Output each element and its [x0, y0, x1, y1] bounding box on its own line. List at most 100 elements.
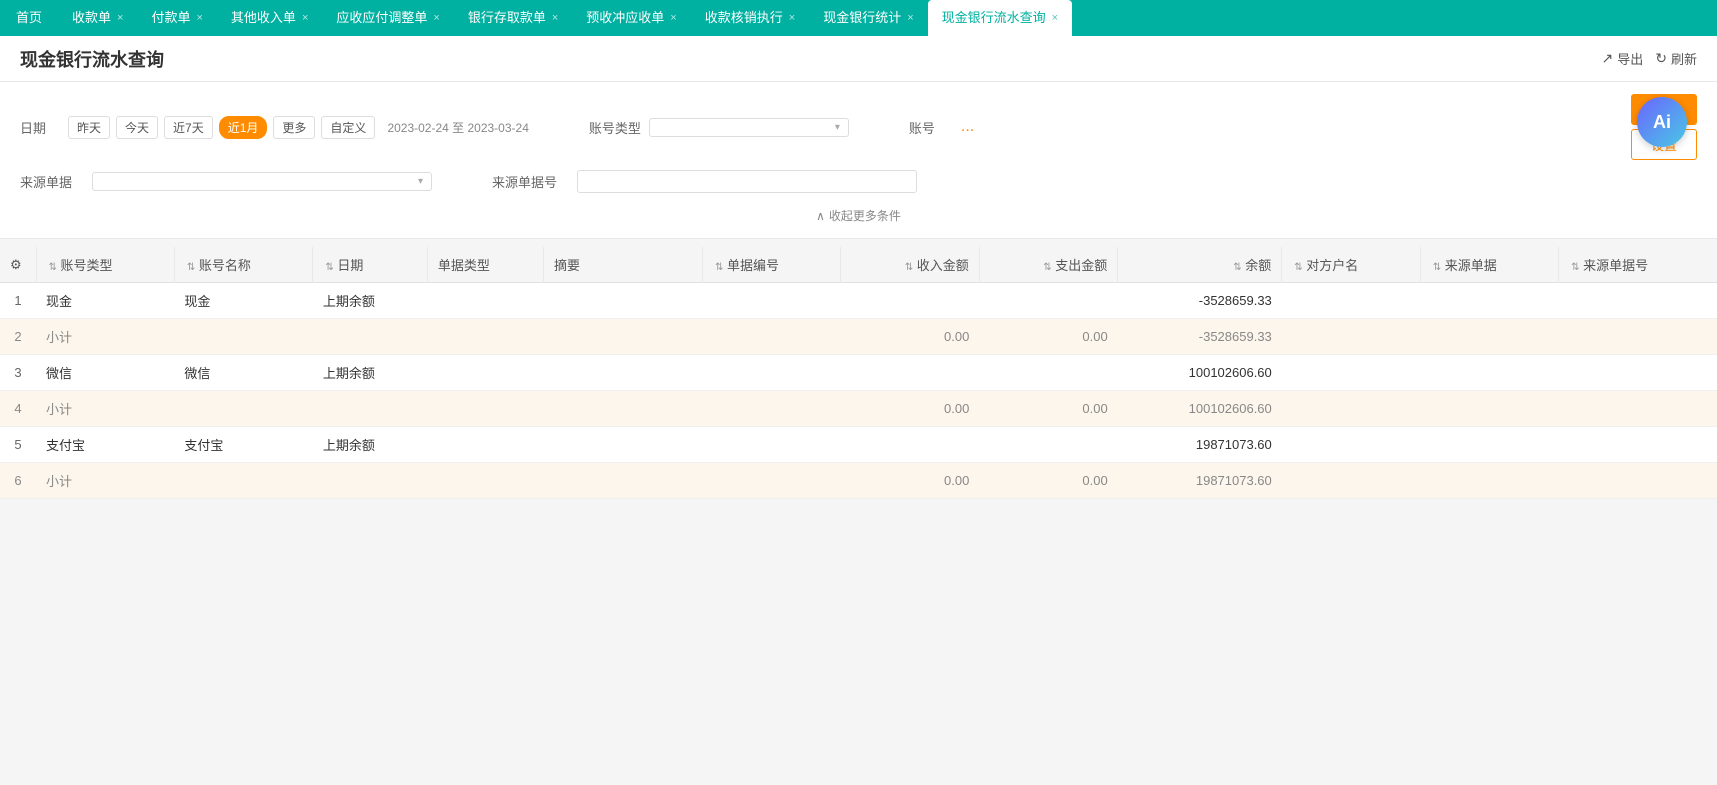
- col-date[interactable]: ⇅ 日期: [313, 247, 428, 283]
- table-cell: 2: [0, 319, 36, 355]
- table-cell: 0.00: [841, 463, 979, 499]
- export-icon: ↗: [1602, 50, 1614, 67]
- col-doc-type[interactable]: 单据类型: [427, 247, 543, 283]
- close-icon[interactable]: ×: [196, 0, 202, 36]
- close-icon[interactable]: ×: [552, 0, 558, 36]
- close-icon[interactable]: ×: [789, 0, 795, 36]
- table-cell: [543, 463, 702, 499]
- col-summary[interactable]: 摘要: [543, 247, 702, 283]
- source-doc-no-input[interactable]: [577, 170, 917, 193]
- source-doc-no-label: 来源单据号: [492, 172, 557, 191]
- table-body: 1现金现金上期余额-3528659.332小计0.000.00-3528659.…: [0, 283, 1717, 499]
- table-cell: 上期余额: [313, 283, 428, 319]
- col-account-name[interactable]: ⇅ 账号名称: [174, 247, 312, 283]
- table-cell: [841, 427, 979, 463]
- chevron-up-icon: ∧: [816, 209, 825, 223]
- nav-tab-收款单[interactable]: 收款单 ×: [58, 0, 137, 36]
- sort-icon: ⇅: [1294, 262, 1302, 273]
- table-cell: [1559, 463, 1717, 499]
- sort-icon: ⇅: [325, 262, 333, 273]
- sort-icon: ⇅: [905, 262, 913, 273]
- gear-icon: ⚙: [10, 257, 22, 272]
- close-icon[interactable]: ×: [433, 0, 439, 36]
- table-cell: 0.00: [841, 319, 979, 355]
- table-cell: [427, 283, 543, 319]
- table-cell: [1559, 319, 1717, 355]
- table-cell: [703, 391, 841, 427]
- table-cell: [979, 355, 1117, 391]
- col-doc-no[interactable]: ⇅ 单据编号: [703, 247, 841, 283]
- table-cell: 0.00: [979, 463, 1117, 499]
- table-cell: [1420, 427, 1558, 463]
- table-row: 4小计0.000.00100102606.60: [0, 391, 1717, 427]
- table-cell: [427, 427, 543, 463]
- date-btn-yesterday[interactable]: 昨天: [68, 116, 110, 139]
- table-cell: 现金: [174, 283, 312, 319]
- col-source-doc[interactable]: ⇅ 来源单据: [1420, 247, 1558, 283]
- date-btn-custom[interactable]: 自定义: [321, 116, 375, 139]
- table-cell: 19871073.60: [1118, 463, 1282, 499]
- ai-assistant-button[interactable]: Ai: [1637, 97, 1687, 147]
- table-cell: [1420, 283, 1558, 319]
- col-account-type[interactable]: ⇅ 账号类型: [36, 247, 174, 283]
- table-cell: [174, 391, 312, 427]
- chevron-down-icon: ▾: [418, 176, 423, 187]
- table-cell: [1282, 463, 1420, 499]
- table-header: ⚙ ⇅ 账号类型 ⇅ 账号名称 ⇅ 日期 单据类型 摘要: [0, 247, 1717, 283]
- nav-tab-现金银行统计[interactable]: 现金银行统计 ×: [809, 0, 927, 36]
- close-icon[interactable]: ×: [670, 0, 676, 36]
- top-nav: 首页 收款单 × 付款单 × 其他收入单 × 应收应付调整单 × 银行存取款单 …: [0, 0, 1717, 36]
- nav-tab-银行存取款单[interactable]: 银行存取款单 ×: [454, 0, 572, 36]
- table-cell: [1559, 427, 1717, 463]
- sort-icon: ⇅: [1433, 262, 1441, 273]
- account-filter-group: 账号 ...: [909, 118, 978, 137]
- col-counterpart[interactable]: ⇅ 对方户名: [1282, 247, 1420, 283]
- date-range-display: 2023-02-24 至 2023-03-24: [387, 119, 528, 136]
- table-cell: 100102606.60: [1118, 355, 1282, 391]
- close-icon[interactable]: ×: [117, 0, 123, 36]
- date-btn-more[interactable]: 更多: [273, 116, 315, 139]
- nav-tab-收款核销执行[interactable]: 收款核销执行 ×: [691, 0, 809, 36]
- col-balance[interactable]: ⇅ 余额: [1118, 247, 1282, 283]
- table-cell: [979, 427, 1117, 463]
- table-cell: [1282, 427, 1420, 463]
- col-source-doc-no[interactable]: ⇅ 来源单据号: [1559, 247, 1717, 283]
- col-settings[interactable]: ⚙: [0, 247, 36, 283]
- nav-home[interactable]: 首页: [0, 0, 58, 36]
- table-row: 5支付宝支付宝上期余额19871073.60: [0, 427, 1717, 463]
- nav-tab-现金银行流水查询[interactable]: 现金银行流水查询 ×: [928, 0, 1072, 36]
- source-doc-label: 来源单据: [20, 172, 72, 191]
- table-cell: [703, 463, 841, 499]
- table-cell: [174, 463, 312, 499]
- table-cell: 6: [0, 463, 36, 499]
- date-btn-today[interactable]: 今天: [116, 116, 158, 139]
- table-cell: [703, 427, 841, 463]
- nav-tab-预收冲应收单[interactable]: 预收冲应收单 ×: [572, 0, 690, 36]
- export-button[interactable]: ↗ 导出: [1602, 49, 1644, 68]
- close-icon[interactable]: ×: [302, 0, 308, 36]
- nav-tab-其他收入单[interactable]: 其他收入单 ×: [217, 0, 322, 36]
- date-btn-1month[interactable]: 近1月: [219, 116, 268, 139]
- col-expense[interactable]: ⇅ 支出金额: [979, 247, 1117, 283]
- col-income[interactable]: ⇅ 收入金额: [841, 247, 979, 283]
- close-icon[interactable]: ×: [907, 0, 913, 36]
- table-cell: 支付宝: [36, 427, 174, 463]
- table-cell: [1420, 355, 1558, 391]
- table-cell: 小计: [36, 391, 174, 427]
- collapse-bar[interactable]: ∧ 收起更多条件: [20, 203, 1697, 230]
- account-dots-button[interactable]: ...: [957, 118, 978, 136]
- refresh-button[interactable]: ↻ 刷新: [1655, 49, 1697, 68]
- table-cell: [1282, 355, 1420, 391]
- table-cell: [313, 391, 428, 427]
- table-cell: [1282, 391, 1420, 427]
- table-cell: [1420, 463, 1558, 499]
- account-type-select[interactable]: ▾: [649, 118, 849, 137]
- table-cell: [543, 427, 702, 463]
- nav-tab-付款单[interactable]: 付款单 ×: [137, 0, 216, 36]
- date-btn-7days[interactable]: 近7天: [164, 116, 213, 139]
- table-cell: [1559, 283, 1717, 319]
- nav-tab-应收应付调整单[interactable]: 应收应付调整单 ×: [322, 0, 453, 36]
- table-cell: [174, 319, 312, 355]
- source-doc-select[interactable]: ▾: [92, 172, 432, 191]
- close-icon[interactable]: ×: [1052, 0, 1058, 36]
